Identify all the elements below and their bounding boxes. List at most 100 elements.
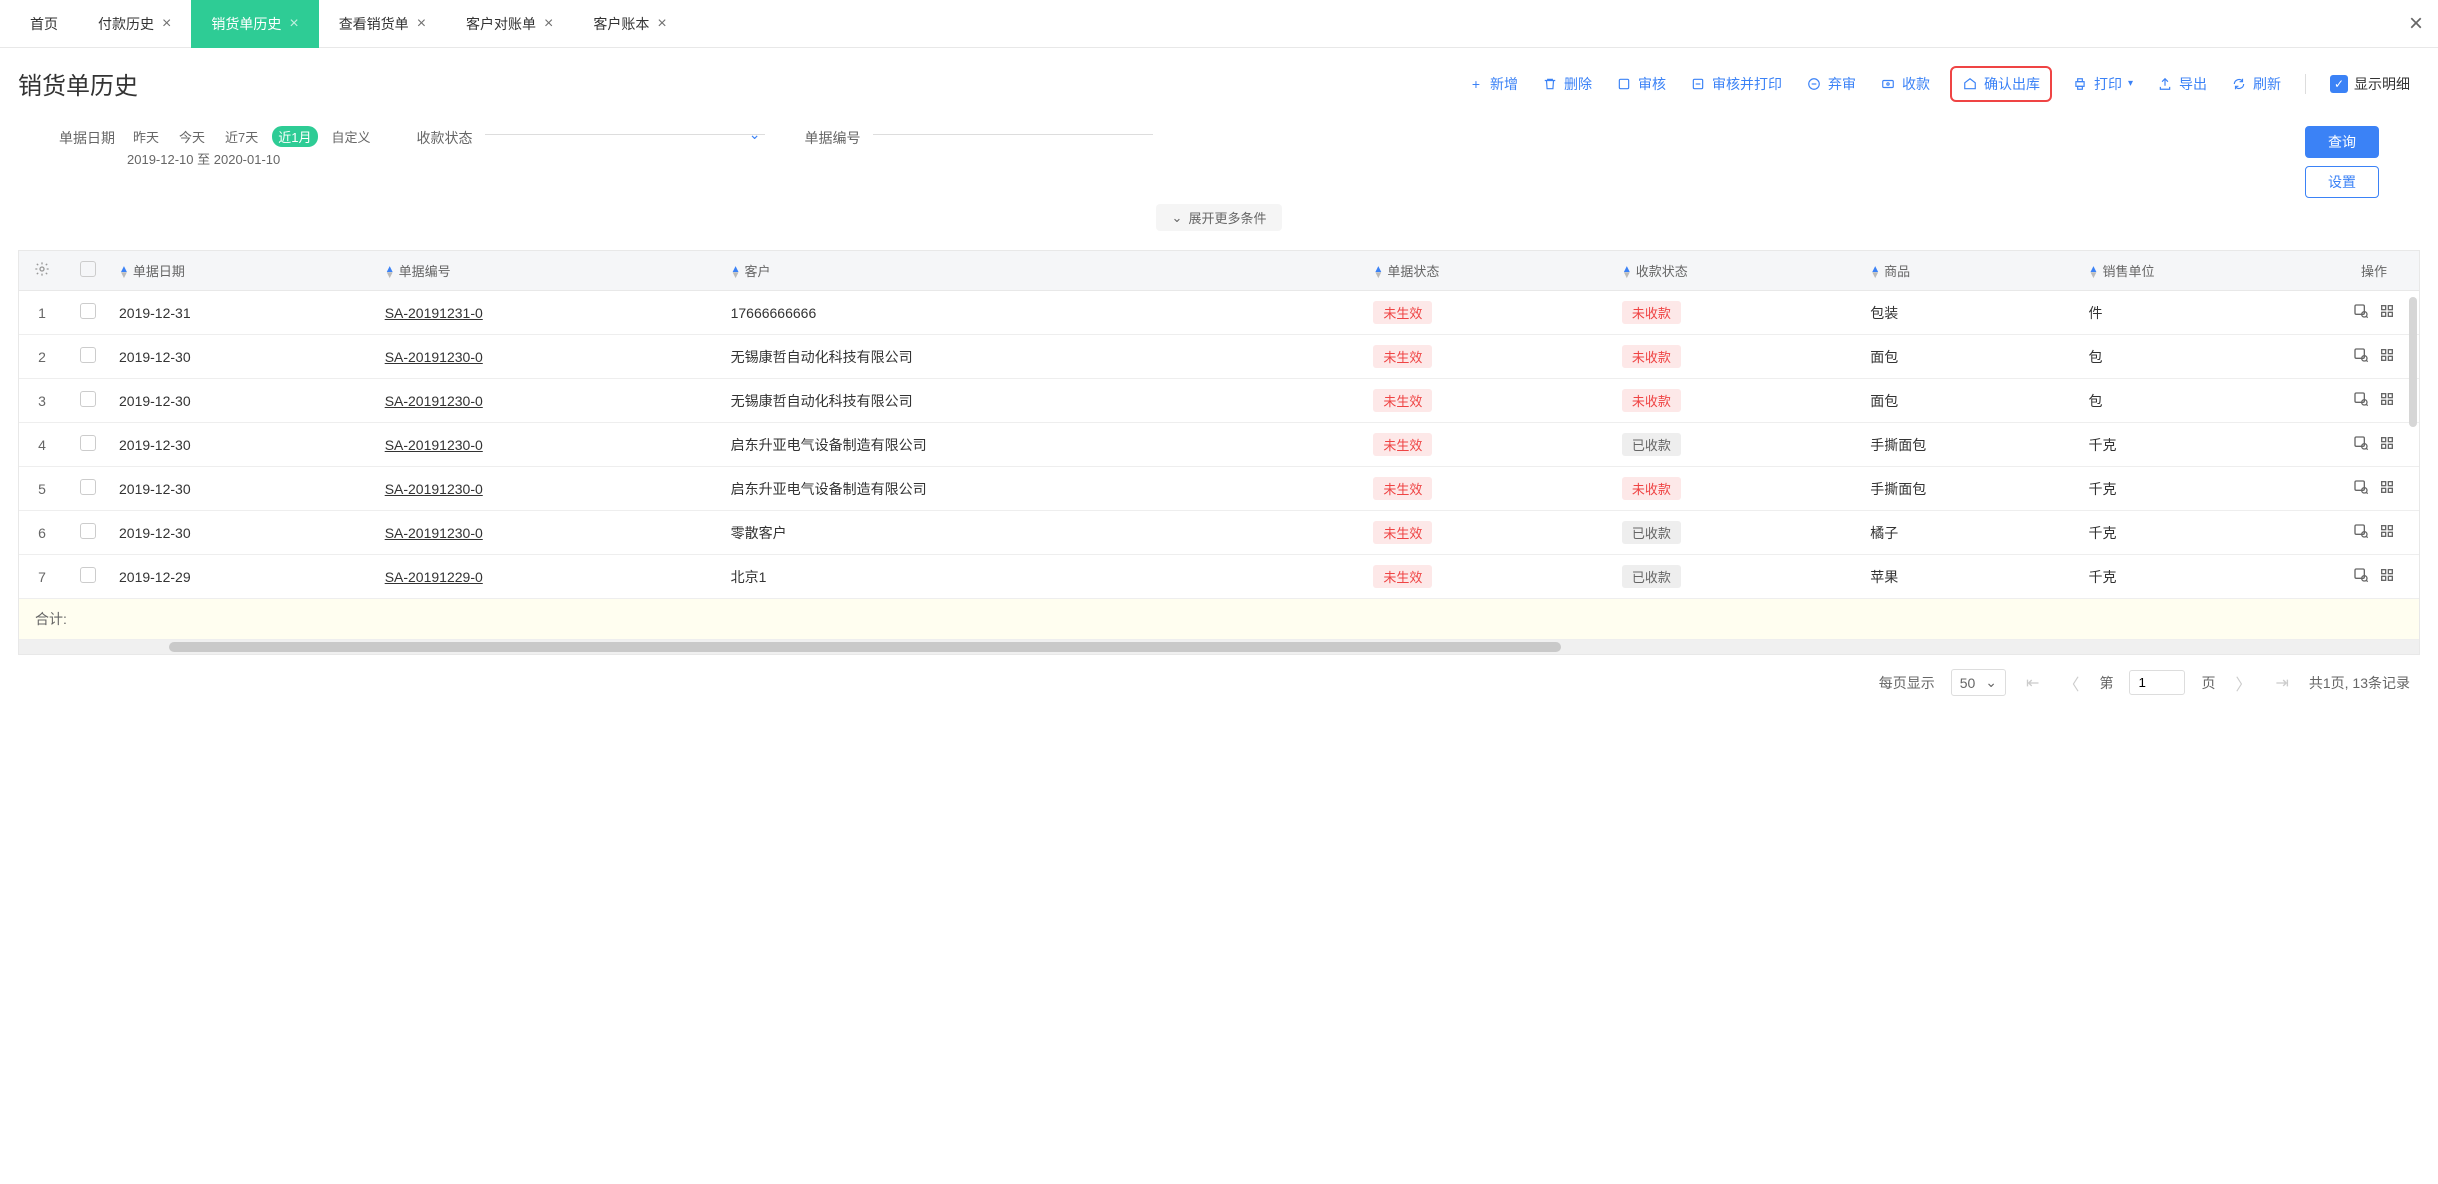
cell-unit: 件	[2081, 291, 2329, 335]
settings-button[interactable]: 设置	[2305, 166, 2379, 198]
cell-customer: 无锡康哲自动化科技有限公司	[723, 379, 1366, 423]
pay-status-badge: 已收款	[1622, 565, 1681, 588]
pill-today[interactable]: 今天	[173, 126, 211, 147]
close-all-tabs-icon[interactable]: ×	[2409, 10, 2423, 38]
more-icon[interactable]	[2379, 479, 2395, 498]
expand-conditions-button[interactable]: ⌄展开更多条件	[1156, 204, 1283, 231]
vertical-scrollbar[interactable]	[2409, 297, 2417, 427]
table-row: 42019-12-30SA-20191230-0启东升亚电气设备制造有限公司未生…	[19, 423, 2419, 467]
page-input[interactable]	[2129, 670, 2185, 695]
col-docno[interactable]: ▲▼单据编号	[377, 251, 723, 291]
col-doc-status[interactable]: ▲▼单据状态	[1365, 251, 1613, 291]
close-icon[interactable]: ×	[657, 16, 666, 32]
tab-sales-history[interactable]: 销货单历史×	[191, 0, 318, 48]
view-icon[interactable]	[2353, 391, 2369, 410]
export-button[interactable]: 导出	[2157, 74, 2207, 94]
audit-print-button[interactable]: 审核并打印	[1690, 74, 1782, 94]
first-page-button[interactable]: ⇤	[2022, 673, 2043, 693]
pill-7days[interactable]: 近7天	[219, 126, 264, 147]
docno-link[interactable]: SA-20191230-0	[385, 481, 483, 497]
close-icon[interactable]: ×	[162, 16, 171, 32]
row-checkbox[interactable]	[80, 391, 96, 407]
view-icon[interactable]	[2353, 303, 2369, 322]
pill-1month[interactable]: 近1月	[272, 126, 317, 147]
docno-link[interactable]: SA-20191229-0	[385, 569, 483, 585]
tab-payment-history[interactable]: 付款历史×	[78, 0, 191, 48]
row-checkbox[interactable]	[80, 347, 96, 363]
docno-link[interactable]: SA-20191230-0	[385, 525, 483, 541]
col-date[interactable]: ▲▼单据日期	[111, 251, 377, 291]
row-index: 1	[19, 291, 65, 335]
more-icon[interactable]	[2379, 303, 2395, 322]
pay-status-badge: 未收款	[1622, 477, 1681, 500]
close-icon[interactable]: ×	[289, 16, 298, 32]
row-index: 6	[19, 511, 65, 555]
more-icon[interactable]	[2379, 391, 2395, 410]
docno-link[interactable]: SA-20191231-0	[385, 305, 483, 321]
gear-icon[interactable]	[34, 265, 50, 280]
page-header: 销货单历史 +新增 删除 审核 审核并打印 弃审 收款 确认出库 打印▾ 导出 …	[0, 48, 2438, 113]
view-icon[interactable]	[2353, 347, 2369, 366]
unaudit-button[interactable]: 弃审	[1806, 74, 1856, 94]
cell-product: 橘子	[1862, 511, 2080, 555]
col-pay-status[interactable]: ▲▼收款状态	[1614, 251, 1862, 291]
docno-link[interactable]: SA-20191230-0	[385, 393, 483, 409]
show-detail-toggle[interactable]: ✓显示明细	[2330, 74, 2410, 94]
row-checkbox[interactable]	[80, 479, 96, 495]
audit-button[interactable]: 审核	[1616, 74, 1666, 94]
print-button[interactable]: 打印▾	[2072, 74, 2133, 94]
close-icon[interactable]: ×	[417, 16, 426, 32]
doc-status-badge: 未生效	[1373, 301, 1432, 324]
cell-product: 包装	[1862, 291, 2080, 335]
row-checkbox[interactable]	[80, 567, 96, 583]
view-icon[interactable]	[2353, 435, 2369, 454]
horizontal-scrollbar[interactable]	[19, 640, 2419, 654]
more-icon[interactable]	[2379, 435, 2395, 454]
pagination: 每页显示 50⌄ ⇤ 〈 第 页 〉 ⇥ 共1页, 13条记录	[0, 655, 2438, 710]
next-page-button[interactable]: 〉	[2231, 671, 2255, 695]
docno-link[interactable]: SA-20191230-0	[385, 349, 483, 365]
pay-status-select[interactable]: ⌄	[485, 126, 765, 135]
pagination-summary: 共1页, 13条记录	[2309, 673, 2410, 693]
receive-button[interactable]: 收款	[1880, 74, 1930, 94]
col-customer[interactable]: ▲▼客户	[723, 251, 1366, 291]
more-icon[interactable]	[2379, 523, 2395, 542]
row-checkbox[interactable]	[80, 303, 96, 319]
view-icon[interactable]	[2353, 523, 2369, 542]
delete-button[interactable]: 删除	[1542, 74, 1592, 94]
pay-status-badge: 未收款	[1622, 389, 1681, 412]
prev-page-button[interactable]: 〈	[2059, 671, 2083, 695]
row-index: 4	[19, 423, 65, 467]
more-icon[interactable]	[2379, 347, 2395, 366]
cell-customer: 无锡康哲自动化科技有限公司	[723, 335, 1366, 379]
per-page-select[interactable]: 50⌄	[1951, 669, 2006, 696]
stamp-print-icon	[1690, 76, 1706, 92]
more-icon[interactable]	[2379, 567, 2395, 586]
select-all-checkbox[interactable]	[80, 261, 96, 277]
tab-view-sales[interactable]: 查看销货单×	[319, 0, 446, 48]
last-page-button[interactable]: ⇥	[2271, 673, 2292, 693]
refresh-button[interactable]: 刷新	[2231, 74, 2281, 94]
pill-yesterday[interactable]: 昨天	[127, 126, 165, 147]
check-icon: ✓	[2330, 75, 2348, 93]
query-button[interactable]: 查询	[2305, 126, 2379, 158]
row-index: 3	[19, 379, 65, 423]
tab-customer-statement[interactable]: 客户对账单×	[446, 0, 573, 48]
col-product[interactable]: ▲▼商品	[1862, 251, 2080, 291]
docno-link[interactable]: SA-20191230-0	[385, 437, 483, 453]
doc-status-badge: 未生效	[1373, 477, 1432, 500]
receive-icon	[1880, 76, 1896, 92]
view-icon[interactable]	[2353, 567, 2369, 586]
view-icon[interactable]	[2353, 479, 2369, 498]
tab-home[interactable]: 首页	[10, 0, 78, 48]
col-unit[interactable]: ▲▼销售单位	[2081, 251, 2329, 291]
pill-custom[interactable]: 自定义	[326, 126, 377, 147]
row-checkbox[interactable]	[80, 435, 96, 451]
row-checkbox[interactable]	[80, 523, 96, 539]
add-button[interactable]: +新增	[1468, 74, 1518, 94]
tab-customer-ledger[interactable]: 客户账本×	[573, 0, 686, 48]
doc-status-badge: 未生效	[1373, 389, 1432, 412]
confirm-outbound-button[interactable]: 确认出库	[1950, 66, 2052, 102]
close-icon[interactable]: ×	[544, 16, 553, 32]
docno-input[interactable]	[873, 126, 1153, 135]
